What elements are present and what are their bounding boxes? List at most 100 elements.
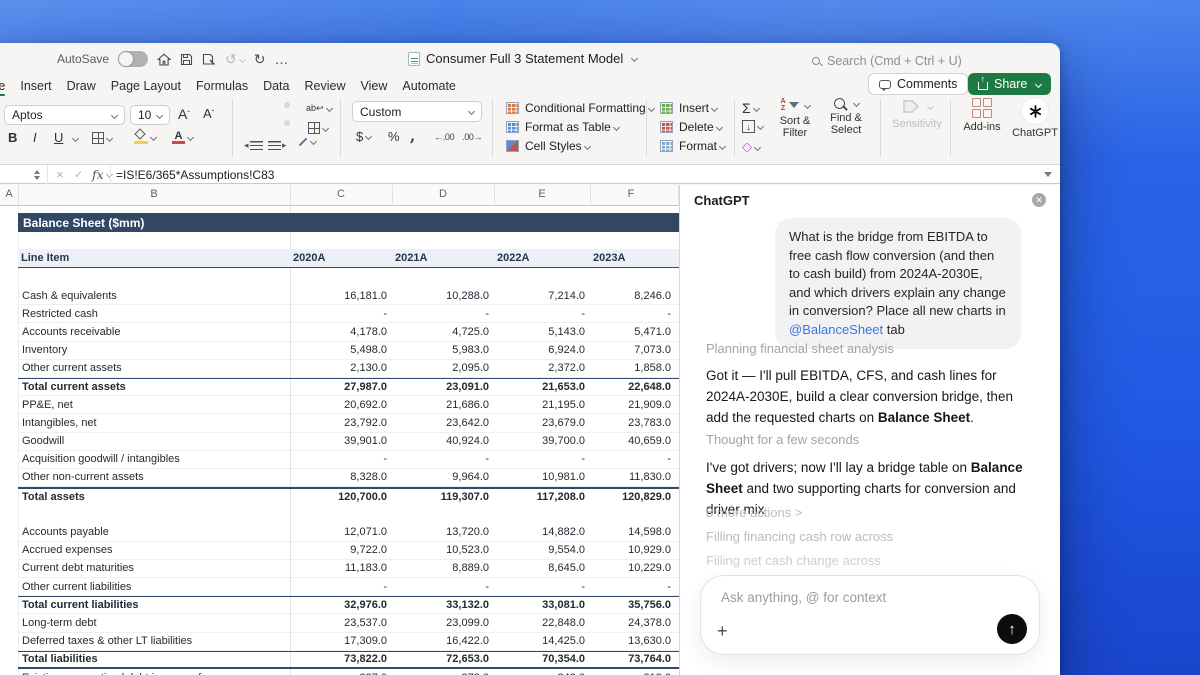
cell-value[interactable]: 35,756.0 xyxy=(590,596,679,615)
font-name-select[interactable]: Aptos xyxy=(4,105,125,125)
attach-plus-icon[interactable]: + xyxy=(717,622,728,640)
col-header-d[interactable]: D xyxy=(439,188,447,200)
cell-label[interactable]: Total liabilities xyxy=(18,650,290,669)
align-middle-icon[interactable] xyxy=(264,102,270,108)
cell-value[interactable]: 14,425.0 xyxy=(494,633,590,651)
cell-value[interactable] xyxy=(0,560,18,578)
decrease-indent-icon[interactable]: ◂ xyxy=(244,140,263,151)
cell-label[interactable]: Deferred taxes & other LT liabilities xyxy=(18,633,290,651)
col-header-f[interactable]: F xyxy=(628,188,635,200)
line-item-header[interactable]: Line Item xyxy=(18,249,290,268)
cell-label[interactable]: Total assets xyxy=(18,487,290,505)
close-icon[interactable]: ✕ xyxy=(1032,193,1046,207)
cell-value[interactable]: 23,642.0 xyxy=(392,414,494,433)
cell-value[interactable]: 313.0 xyxy=(590,669,679,675)
cell-value[interactable]: 73,764.0 xyxy=(590,650,679,669)
cell-value[interactable]: 4,725.0 xyxy=(392,323,494,342)
cell-value[interactable]: 22,648.0 xyxy=(590,377,679,397)
undo-icon[interactable]: ↺ xyxy=(225,52,246,66)
document-title[interactable]: Consumer Full 3 Statement Model xyxy=(408,51,639,66)
cell-value[interactable] xyxy=(0,433,18,451)
cell-value[interactable]: 24,378.0 xyxy=(590,614,679,633)
cell-value[interactable]: 13,720.0 xyxy=(392,523,494,542)
redo-icon[interactable]: ↻ xyxy=(254,52,266,66)
cell-value[interactable]: 33,132.0 xyxy=(392,596,494,615)
col-header-b[interactable]: B xyxy=(150,188,157,200)
cell-value[interactable]: 2,372.0 xyxy=(494,360,590,378)
cell-value[interactable] xyxy=(0,305,18,323)
insert-cells-button[interactable]: Insert xyxy=(660,101,719,115)
cell-value[interactable]: 23,783.0 xyxy=(590,414,679,433)
cell-label[interactable]: Cash & equivalents xyxy=(18,287,290,306)
cell-value[interactable]: 39,700.0 xyxy=(494,433,590,451)
font-size-select[interactable]: 10 xyxy=(130,105,170,125)
search-box[interactable]: Search (Cmd + Ctrl + U) xyxy=(812,54,962,68)
cell-value[interactable]: - xyxy=(590,451,679,469)
more-actions-link[interactable]: 8 more actions > xyxy=(706,505,802,520)
cell-value[interactable] xyxy=(0,287,18,305)
cell-value[interactable]: 40,924.0 xyxy=(392,433,494,451)
cell-value[interactable]: 14,598.0 xyxy=(590,523,679,542)
bold-button[interactable]: B xyxy=(8,130,17,145)
align-right-icon[interactable] xyxy=(284,120,290,126)
cell-value[interactable]: 10,523.0 xyxy=(392,542,494,560)
cell-value[interactable]: 70,354.0 xyxy=(494,650,590,669)
cell-label[interactable]: Goodwill xyxy=(18,433,290,451)
cell-value[interactable]: 2,095.0 xyxy=(392,360,494,378)
cell-value[interactable]: 16,181.0 xyxy=(290,287,392,306)
cell-label[interactable]: Other current liabilities xyxy=(18,578,290,597)
cell-label[interactable]: Other current assets xyxy=(18,360,290,378)
cell-value[interactable]: 12,071.0 xyxy=(290,523,392,542)
cell-value[interactable]: - xyxy=(494,451,590,469)
cell-value[interactable] xyxy=(0,542,18,560)
cell-label[interactable]: Total current assets xyxy=(18,377,290,397)
increase-decimal-icon[interactable]: ←.00 xyxy=(434,132,455,142)
orientation-icon[interactable] xyxy=(298,137,318,146)
mention-link[interactable]: @BalanceSheet xyxy=(789,322,883,337)
enter-icon[interactable]: ✓ xyxy=(74,165,83,184)
cell-value[interactable]: 21,686.0 xyxy=(392,396,494,415)
insert-function-icon[interactable]: fx xyxy=(92,165,113,184)
save-as-icon[interactable] xyxy=(202,53,216,66)
sensitivity-button[interactable]: Sensitivity xyxy=(888,98,946,130)
cell-value[interactable]: - xyxy=(392,305,494,324)
cell-value[interactable]: 5,143.0 xyxy=(494,323,590,342)
cell-value[interactable]: - xyxy=(290,305,392,324)
cell-value[interactable]: 11,830.0 xyxy=(590,469,679,488)
cell-value[interactable]: 73,822.0 xyxy=(290,650,392,669)
tab-view[interactable]: View xyxy=(360,79,387,93)
cell-value[interactable] xyxy=(0,669,18,675)
cell-value[interactable] xyxy=(0,633,18,651)
cell-value[interactable] xyxy=(0,360,18,378)
cell-value[interactable]: 11,183.0 xyxy=(290,560,392,578)
borders-icon[interactable] xyxy=(92,132,114,144)
cell-value[interactable]: - xyxy=(290,578,392,597)
cell-value[interactable]: 8,328.0 xyxy=(290,469,392,488)
cell-value[interactable] xyxy=(0,378,18,396)
underline-button[interactable]: U xyxy=(54,130,63,145)
cell-value[interactable] xyxy=(0,523,18,541)
cell-value[interactable]: 6,924.0 xyxy=(494,342,590,360)
cell-value[interactable] xyxy=(0,414,18,432)
cell-value[interactable] xyxy=(0,323,18,341)
autosum-icon[interactable]: Σ xyxy=(742,100,760,116)
wrap-text-icon[interactable]: ab↩ xyxy=(306,103,333,114)
cell-value[interactable]: 10,981.0 xyxy=(494,469,590,488)
sheet-title-row[interactable]: Balance Sheet ($mm) xyxy=(0,213,679,232)
cell-label[interactable]: PP&E, net xyxy=(18,396,290,415)
cell-value[interactable]: 7,073.0 xyxy=(590,342,679,360)
format-cells-button[interactable]: Format xyxy=(660,139,727,153)
cell-value[interactable]: - xyxy=(494,578,590,597)
tab-page-layout[interactable]: Page Layout xyxy=(111,79,181,93)
align-left-icon[interactable] xyxy=(244,120,250,126)
cell-value[interactable]: 119,307.0 xyxy=(392,487,494,505)
cell-value[interactable]: 373.0 xyxy=(392,669,494,675)
cell-value[interactable] xyxy=(0,487,18,505)
cancel-icon[interactable]: × xyxy=(56,165,64,184)
cell-value[interactable]: 10,288.0 xyxy=(392,287,494,306)
cell-value[interactable]: 23,537.0 xyxy=(290,614,392,633)
cell-value[interactable]: 72,653.0 xyxy=(392,650,494,669)
cell-value[interactable]: - xyxy=(290,451,392,469)
align-bottom-icon[interactable] xyxy=(284,102,290,108)
cell-value[interactable]: 40,659.0 xyxy=(590,433,679,451)
